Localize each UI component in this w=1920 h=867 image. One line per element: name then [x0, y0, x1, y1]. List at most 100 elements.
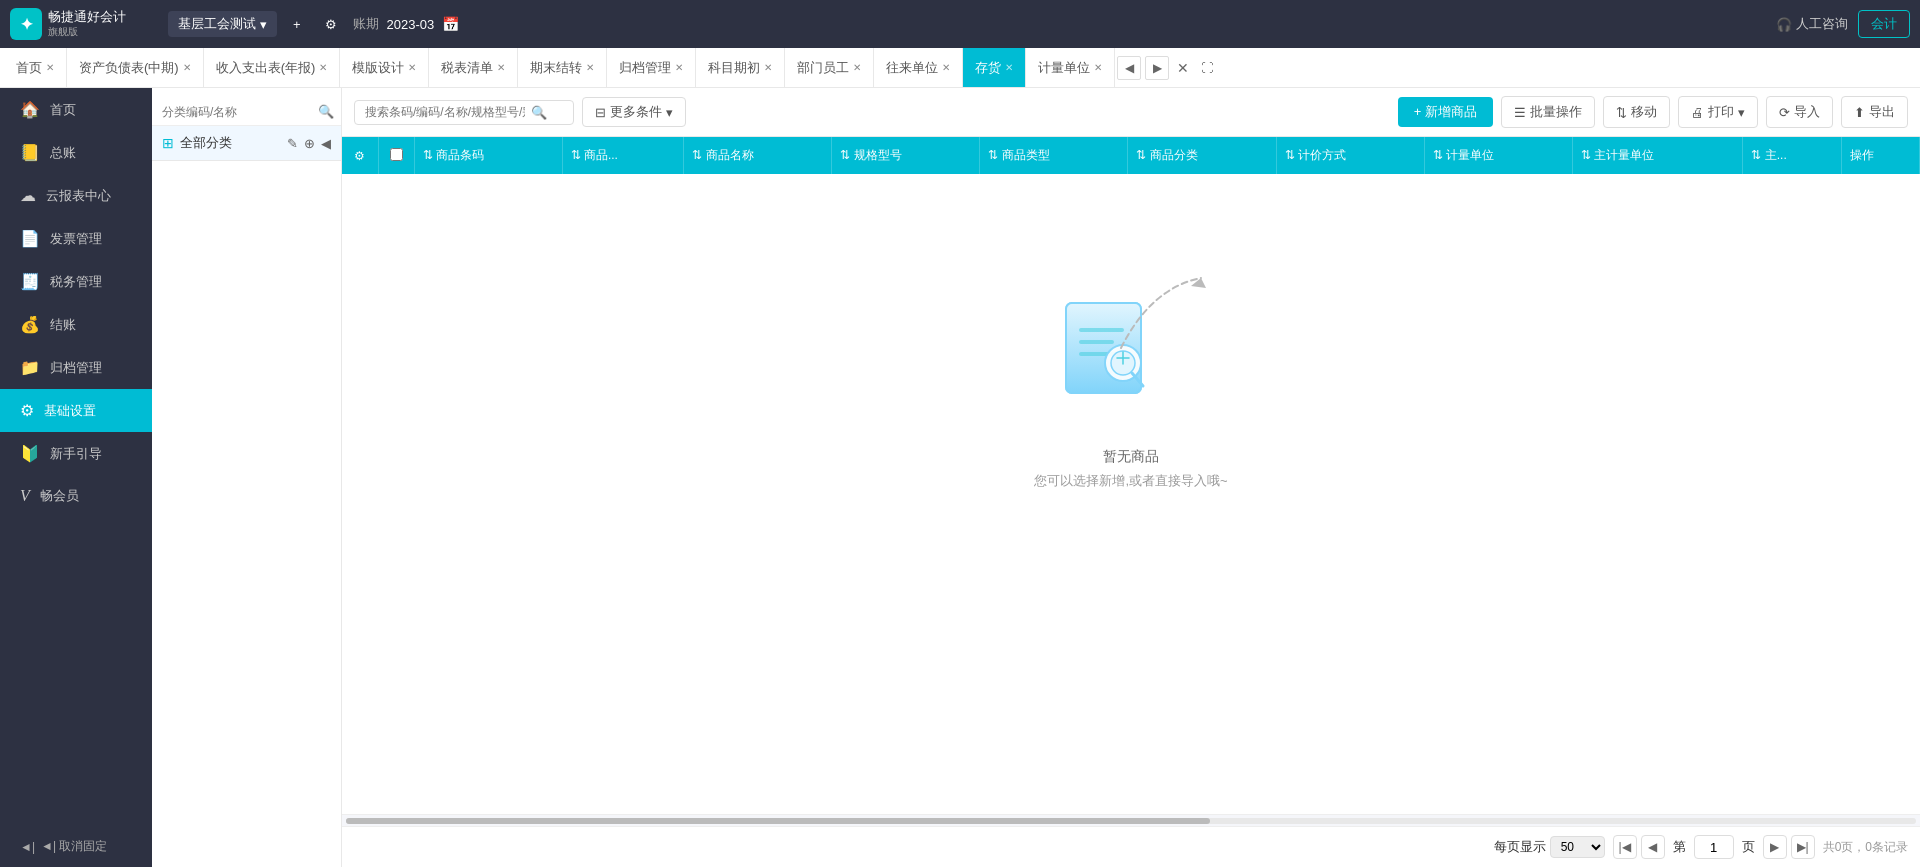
tab-nav-right-btn[interactable]: ▶	[1145, 56, 1169, 80]
tab-close-unit[interactable]: ✕	[1094, 62, 1102, 73]
category-search-input[interactable]	[162, 105, 312, 119]
tab-close-all-btn[interactable]: ✕	[1171, 56, 1195, 80]
tab-nav-left-btn[interactable]: ◀	[1117, 56, 1141, 80]
tab-subject-init[interactable]: 科目期初 ✕	[696, 48, 785, 88]
sidebar-label-home: 首页	[50, 101, 76, 119]
tab-balance-sheet[interactable]: 资产负债表(中期) ✕	[67, 48, 204, 88]
col-pricing[interactable]: ⇅ 计价方式	[1276, 137, 1424, 174]
col-spec[interactable]: ⇅ 规格型号	[832, 137, 980, 174]
tab-close-contacts[interactable]: ✕	[942, 62, 950, 73]
add-workspace-btn[interactable]: +	[285, 13, 309, 36]
logo-area: ✦ 畅捷通好会计 旗舰版	[10, 8, 160, 40]
export-btn[interactable]: ⬆ 导出	[1841, 96, 1908, 128]
category-settings-icon[interactable]: ✎	[287, 136, 298, 151]
col-extra[interactable]: ⇅ 主...	[1743, 137, 1842, 174]
sidebar-item-guide[interactable]: 🔰 新手引导	[0, 432, 152, 475]
tab-bar: 首页 ✕ 资产负债表(中期) ✕ 收入支出表(年报) ✕ 模版设计 ✕ 税表清单…	[0, 48, 1920, 88]
filter-btn[interactable]: ⊟ 更多条件 ▾	[582, 97, 686, 127]
tab-inventory[interactable]: 存货 ✕	[963, 48, 1026, 88]
workspace-selector[interactable]: 基层工会测试 ▾	[168, 11, 277, 37]
page-first-btn[interactable]: |◀	[1613, 835, 1637, 859]
inner-layout: 🔍 ⊞ 全部分类 ✎ ⊕ ◀ 🔍	[152, 88, 1920, 867]
sidebar-item-member[interactable]: V 畅会员	[0, 475, 152, 517]
tab-archive[interactable]: 归档管理 ✕	[607, 48, 696, 88]
category-panel: 🔍 ⊞ 全部分类 ✎ ⊕ ◀	[152, 88, 342, 867]
page-input[interactable]	[1694, 835, 1734, 859]
print-btn[interactable]: 🖨 打印 ▾	[1678, 96, 1758, 128]
sidebar-item-invoice[interactable]: 📄 发票管理	[0, 217, 152, 260]
sort-spec-icon: ⇅	[840, 148, 850, 162]
main-search-input[interactable]	[365, 105, 525, 119]
tab-close-subject[interactable]: ✕	[764, 62, 772, 73]
tab-close-archive[interactable]: ✕	[675, 62, 683, 73]
sidebar-item-tax[interactable]: 🧾 税务管理	[0, 260, 152, 303]
tab-close-income[interactable]: ✕	[319, 62, 327, 73]
col-category[interactable]: ⇅ 商品分类	[1128, 137, 1276, 174]
select-all-checkbox[interactable]	[390, 148, 403, 161]
move-btn[interactable]: ⇅ 移动	[1603, 96, 1670, 128]
page-navigation: |◀ ◀ 第 页 ▶ ▶|	[1613, 835, 1815, 859]
col-type[interactable]: ⇅ 商品类型	[980, 137, 1128, 174]
col-barcode[interactable]: ⇅ 商品条码	[414, 137, 562, 174]
all-categories-label: 全部分类	[180, 134, 232, 152]
tab-close-template[interactable]: ✕	[408, 62, 416, 73]
sidebar-item-settlement[interactable]: 💰 结账	[0, 303, 152, 346]
page-next-btn[interactable]: ▶	[1763, 835, 1787, 859]
col-main-unit[interactable]: ⇅ 主计量单位	[1572, 137, 1743, 174]
tab-income-statement[interactable]: 收入支出表(年报) ✕	[204, 48, 341, 88]
chevron-down-icon: ▾	[260, 17, 267, 32]
page-last-btn[interactable]: ▶|	[1791, 835, 1815, 859]
sidebar-item-cloud-report[interactable]: ☁ 云报表中心	[0, 174, 152, 217]
period-label: 账期	[353, 15, 379, 33]
category-edit-icon[interactable]: ⊕	[304, 136, 315, 151]
pagination: 每页显示 50 10 20 100 |◀ ◀ 第 页	[342, 826, 1920, 867]
settings-icon: ⚙	[20, 401, 34, 420]
sidebar-label-tax: 税务管理	[50, 273, 102, 291]
batch-operations-btn[interactable]: ☰ 批量操作	[1501, 96, 1595, 128]
sidebar-item-archive[interactable]: 📁 归档管理	[0, 346, 152, 389]
tab-close-dept[interactable]: ✕	[853, 62, 861, 73]
tab-close-balance[interactable]: ✕	[183, 62, 191, 73]
col-settings[interactable]: ⚙	[342, 137, 378, 174]
tab-close-homepage[interactable]: ✕	[46, 62, 54, 73]
tab-template-design[interactable]: 模版设计 ✕	[340, 48, 429, 88]
tab-expand-btn[interactable]: ⛶	[1195, 56, 1219, 80]
all-categories-header[interactable]: ⊞ 全部分类 ✎ ⊕ ◀	[152, 126, 341, 161]
horizontal-scrollbar[interactable]	[342, 814, 1920, 826]
sidebar-item-basic-settings[interactable]: ⚙ 基础设置	[0, 389, 152, 432]
tab-close-inventory[interactable]: ✕	[1005, 62, 1013, 73]
sidebar-item-home[interactable]: 🏠 首页	[0, 88, 152, 131]
tab-department[interactable]: 部门员工 ✕	[785, 48, 874, 88]
calendar-icon[interactable]: 📅	[442, 16, 459, 32]
import-btn[interactable]: ⟳ 导入	[1766, 96, 1833, 128]
empty-subtitle: 您可以选择新增,或者直接导入哦~	[1034, 472, 1227, 490]
sidebar-item-ledger[interactable]: 📒 总账	[0, 131, 152, 174]
workspace-name: 基层工会测试	[178, 15, 256, 33]
period-value: 2023-03	[387, 17, 435, 32]
filter-icon: ⊟	[595, 105, 606, 120]
col-code[interactable]: ⇅ 商品...	[562, 137, 684, 174]
tab-unit[interactable]: 计量单位 ✕	[1026, 48, 1115, 88]
tab-period-carry[interactable]: 期末结转 ✕	[518, 48, 607, 88]
category-collapse-icon[interactable]: ◀	[321, 136, 331, 151]
col-name[interactable]: ⇅ 商品名称	[684, 137, 832, 174]
col-unit[interactable]: ⇅ 计量单位	[1424, 137, 1572, 174]
tab-homepage[interactable]: 首页 ✕	[4, 48, 67, 88]
sidebar-unpin-btn[interactable]: ◄| ◄| 取消固定	[0, 826, 152, 867]
settings-btn[interactable]: ⚙	[317, 13, 345, 36]
add-product-btn[interactable]: + 新增商品	[1398, 97, 1493, 127]
tab-tax-list[interactable]: 税表清单 ✕	[429, 48, 518, 88]
toolbar: 🔍 ⊟ 更多条件 ▾ + 新增商品 ☰ 批量操作	[342, 88, 1920, 137]
search-submit-icon[interactable]: 🔍	[531, 105, 547, 120]
sidebar-label-settlement: 结账	[50, 316, 76, 334]
per-page-select[interactable]: 50 10 20 100	[1550, 836, 1605, 858]
col-checkbox[interactable]	[378, 137, 414, 174]
page-prev-btn[interactable]: ◀	[1641, 835, 1665, 859]
tab-close-tax[interactable]: ✕	[497, 62, 505, 73]
account-btn[interactable]: 会计	[1858, 10, 1910, 38]
tab-close-carry[interactable]: ✕	[586, 62, 594, 73]
main-search-box: 🔍	[354, 100, 574, 125]
ai-consult-btn[interactable]: 🎧 人工咨询	[1776, 15, 1848, 33]
search-icon[interactable]: 🔍	[318, 104, 334, 119]
tab-contacts[interactable]: 往来单位 ✕	[874, 48, 963, 88]
